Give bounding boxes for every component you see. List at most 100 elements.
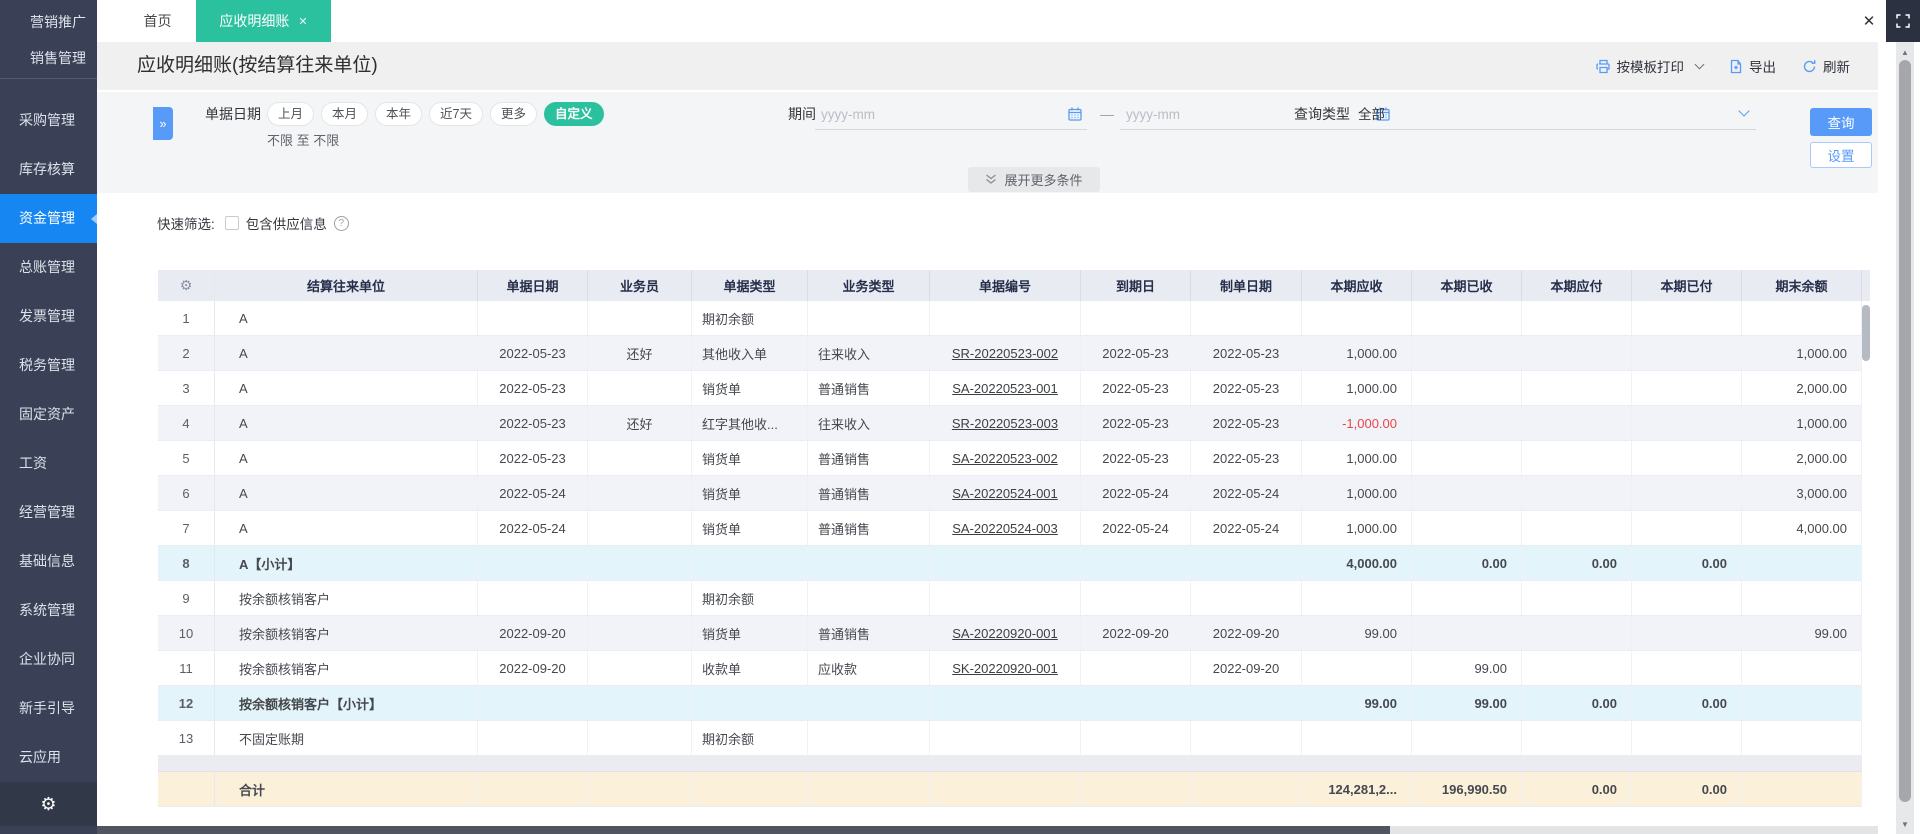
sidebar-item[interactable]: 销售管理 xyxy=(0,40,97,76)
date-pill[interactable]: 本年 xyxy=(375,102,423,126)
date-pill-custom[interactable]: 自定义 xyxy=(544,102,604,126)
col-header[interactable]: 业务员 xyxy=(588,270,692,301)
sidebar-item[interactable]: 资金管理 xyxy=(0,194,97,243)
sidebar-item[interactable]: 总账管理 xyxy=(0,243,97,292)
date-pill[interactable]: 近7天 xyxy=(429,102,483,126)
doc-no-link[interactable]: SA-20220524-003 xyxy=(952,521,1058,536)
sidebar-item[interactable]: 系统管理 xyxy=(0,586,97,635)
doc-no-link[interactable]: SR-20220523-002 xyxy=(952,346,1058,361)
tab-home[interactable]: 首页 xyxy=(119,0,196,42)
cell-received xyxy=(1412,721,1522,755)
cell-due-date: 2022-05-23 xyxy=(1081,371,1191,405)
export-button[interactable]: 导出 xyxy=(1729,56,1776,76)
table-total-row[interactable]: 合计 124,281,2... 196,990.50 0.00 0.00 xyxy=(158,772,1862,807)
col-header[interactable]: 本期已付 xyxy=(1632,270,1742,301)
table-row[interactable]: 11 按余额核销客户 2022-09-20 收款单 应收款 SK-20220920-001… xyxy=(158,651,1862,686)
sidebar-item[interactable]: 工资 xyxy=(0,439,97,488)
cell-unit: A xyxy=(215,301,478,335)
horizontal-scrollbar[interactable] xyxy=(97,826,1878,834)
cell-paid xyxy=(1632,616,1742,650)
cell-paid xyxy=(1632,476,1742,510)
col-header[interactable]: 结算往来单位 xyxy=(215,270,478,301)
doc-no-link[interactable]: SA-20220523-002 xyxy=(952,451,1058,466)
col-header[interactable]: 单据日期 xyxy=(478,270,588,301)
cell-salesperson xyxy=(588,476,692,510)
sidebar-item[interactable]: 经营管理 xyxy=(0,488,97,537)
table-row[interactable]: 4 A 2022-05-23 还好 红字其他收... 往来收入 SR-20220523-00… xyxy=(158,406,1862,441)
sidebar-item[interactable]: 云应用 xyxy=(0,733,97,782)
table-row[interactable]: 3 A 2022-05-23 销货单 普通销售 SA-20220523-001 2022-0… xyxy=(158,371,1862,406)
table-row[interactable]: 13 不固定账期 期初余额 xyxy=(158,721,1862,756)
settings-gear-icon[interactable]: ⚙ xyxy=(40,794,56,815)
col-header[interactable]: 单据类型 xyxy=(692,270,808,301)
table-scrollbar-thumb[interactable] xyxy=(1862,305,1870,361)
chevron-down-icon[interactable] xyxy=(1694,59,1705,69)
page-scrollbar-thumb[interactable] xyxy=(1899,60,1911,802)
window-close-button[interactable]: ✕ xyxy=(1852,0,1886,42)
date-pill-group: 上月 本月 本年 近7天 更多 自定义 xyxy=(267,102,604,126)
doc-no-link[interactable]: SA-20220920-001 xyxy=(952,626,1058,641)
calendar-icon[interactable] xyxy=(1067,106,1083,122)
sidebar-item[interactable]: 税务管理 xyxy=(0,341,97,390)
col-header[interactable]: 本期应收 xyxy=(1302,270,1412,301)
table-row[interactable]: 6 A 2022-05-24 销货单 普通销售 SA-20220524-001 2022-0… xyxy=(158,476,1862,511)
table-row[interactable]: 1 A 期初余额 xyxy=(158,301,1862,336)
page-vertical-scrollbar[interactable]: ▲ ▼ xyxy=(1896,42,1914,834)
date-pill[interactable]: 本月 xyxy=(321,102,369,126)
tab-close-icon[interactable]: ✕ xyxy=(298,15,307,28)
col-header[interactable]: 本期应付 xyxy=(1522,270,1632,301)
cell-unit: A xyxy=(215,371,478,405)
scroll-down-arrow[interactable]: ▼ xyxy=(1896,816,1914,832)
doc-no-link[interactable]: SR-20220523-003 xyxy=(952,416,1058,431)
sidebar-item[interactable]: 库存核算 xyxy=(0,145,97,194)
fullscreen-icon[interactable] xyxy=(1886,0,1920,42)
row-number: 13 xyxy=(158,721,215,755)
collapse-filter-button[interactable]: » xyxy=(153,107,173,140)
sidebar-item[interactable]: 新手引导 xyxy=(0,684,97,733)
cell-doc-date xyxy=(478,721,588,755)
print-by-template-button[interactable]: 按模板打印 xyxy=(1595,56,1705,76)
cell-salesperson xyxy=(588,441,692,475)
expand-more-button[interactable]: 展开更多条件 xyxy=(968,167,1100,192)
cell-biz-type xyxy=(808,686,930,720)
help-icon[interactable]: ? xyxy=(333,215,349,231)
sidebar-item[interactable]: 基础信息 xyxy=(0,537,97,586)
table-row[interactable]: 2 A 2022-05-23 还好 其他收入单 往来收入 SR-20220523-002 20… xyxy=(158,336,1862,371)
col-header[interactable]: 单据编号 xyxy=(930,270,1081,301)
doc-no-link[interactable]: SA-20220524-001 xyxy=(952,486,1058,501)
column-settings-gear-icon[interactable]: ⚙ xyxy=(158,270,215,301)
row-number: 6 xyxy=(158,476,215,510)
table-row[interactable]: 10 按余额核销客户 2022-09-20 销货单 普通销售 SA-20220920-00… xyxy=(158,616,1862,651)
settings-button[interactable]: 设置 xyxy=(1810,142,1872,168)
sidebar-item[interactable]: 企业协同 xyxy=(0,635,97,684)
col-header[interactable]: 业务类型 xyxy=(808,270,930,301)
query-type-select[interactable]: 全部 xyxy=(1352,100,1756,130)
table-row[interactable]: 7 A 2022-05-24 销货单 普通销售 SA-20220524-003 2022-0… xyxy=(158,511,1862,546)
refresh-button[interactable]: 刷新 xyxy=(1802,56,1850,76)
include-supply-checkbox[interactable] xyxy=(224,216,239,230)
doc-no-link[interactable]: SA-20220523-001 xyxy=(952,381,1058,396)
col-header[interactable]: 制单日期 xyxy=(1191,270,1302,301)
sidebar-item[interactable]: 固定资产 xyxy=(0,390,97,439)
scroll-up-arrow[interactable]: ▲ xyxy=(1896,44,1914,60)
sidebar-item[interactable]: 采购管理 xyxy=(0,96,97,145)
date-pill[interactable]: 上月 xyxy=(267,102,315,126)
tab-receivable-ledger[interactable]: 应收明细账 ✕ xyxy=(196,0,331,42)
cell-receivable: 124,281,2... xyxy=(1302,772,1412,806)
col-header[interactable]: 到期日 xyxy=(1081,270,1191,301)
horizontal-scrollbar-thumb[interactable] xyxy=(97,826,1390,834)
table-row[interactable]: 8 A【小计】 4,000.00 0.00 0.00 0.00 xyxy=(158,546,1862,581)
doc-no-link[interactable]: SK-20220920-001 xyxy=(952,661,1058,676)
period-start-input[interactable] xyxy=(821,100,1034,128)
cell-doc-no: SA-20220523-002 xyxy=(930,441,1081,475)
date-pill[interactable]: 更多 xyxy=(490,102,538,126)
table-row[interactable]: 9 按余额核销客户 期初余额 xyxy=(158,581,1862,616)
sidebar-item[interactable]: 发票管理 xyxy=(0,292,97,341)
sidebar-item[interactable]: 营销推广 xyxy=(0,4,97,40)
cell-create-date xyxy=(1191,301,1302,335)
table-row[interactable]: 12 按余额核销客户【小计】 99.00 99.00 0.00 0.00 xyxy=(158,686,1862,721)
col-header[interactable]: 期末余额 xyxy=(1742,270,1862,301)
search-button[interactable]: 查询 xyxy=(1810,108,1872,136)
col-header[interactable]: 本期已收 xyxy=(1412,270,1522,301)
table-row[interactable]: 5 A 2022-05-23 销货单 普通销售 SA-20220523-002 2022-0… xyxy=(158,441,1862,476)
